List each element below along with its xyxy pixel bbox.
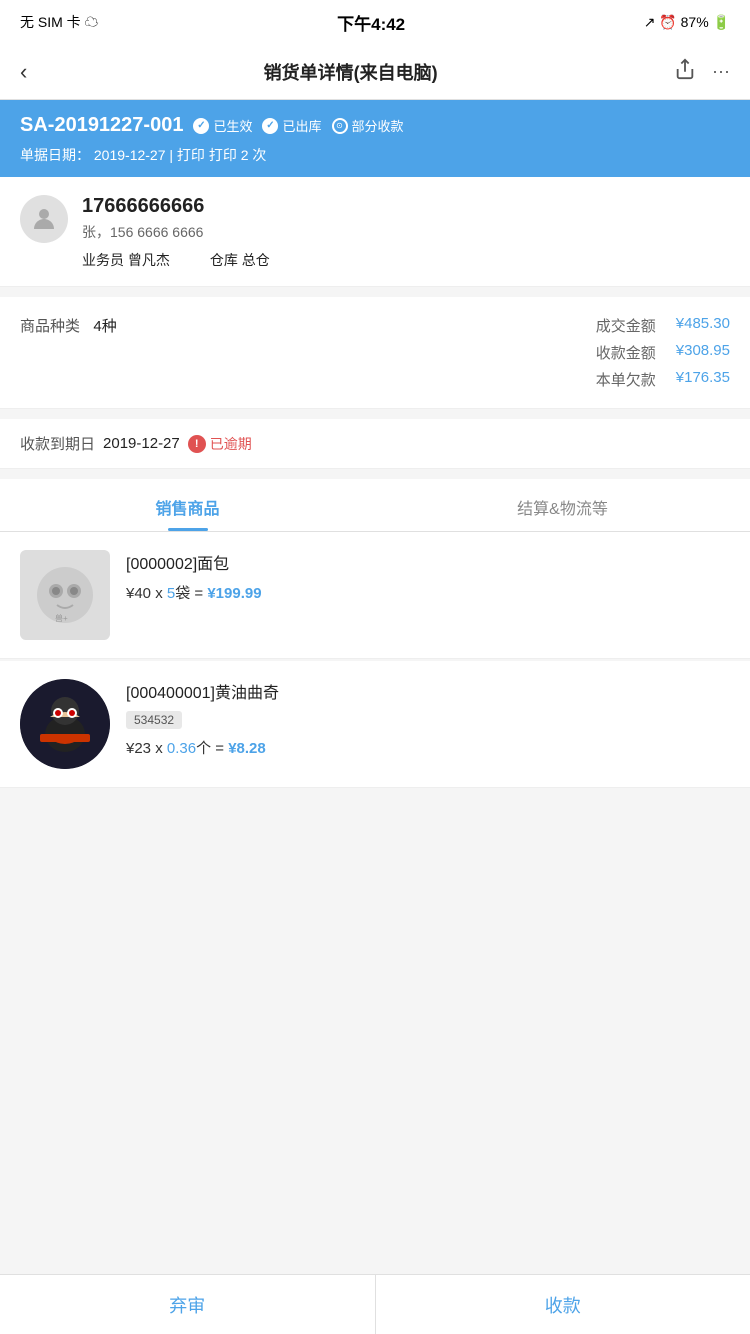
share-icon[interactable] [674,58,696,85]
collected-label: 收款金额 [596,342,656,363]
print-suffix: 打印 2 次 [209,147,267,163]
product-list: 兽+ [0000002]面包 ¥40 x 5袋 = ¥199.99 [0,532,750,788]
due-date-value: 2019-12-27 [103,435,180,452]
order-date: 2019-12-27 [94,147,166,163]
amounts-section: 成交金额 ¥485.30 收款金额 ¥308.95 本单欠款 ¥176.35 [596,315,730,390]
product-item-bread: 兽+ [0000002]面包 ¥40 x 5袋 = ¥199.99 [0,532,750,659]
summary-row: 商品种类 4种 成交金额 ¥485.30 收款金额 ¥308.95 本单欠款 ¥… [20,315,730,390]
page-title: 销货单详情(来自电脑) [264,59,438,85]
category-label: 商品种类 [20,318,80,335]
customer-meta: 业务员 曾凡杰 仓库 总仓 [82,250,730,270]
product-price-cookie: ¥23 x 0.36个 = ¥8.28 [126,737,730,758]
more-icon[interactable]: ··· [712,61,730,82]
battery-icon: ↗ ⏰ 87% 🔋 [644,14,730,31]
owed-row: 本单欠款 ¥176.35 [596,369,730,390]
status-right: ↗ ⏰ 87% 🔋 [644,14,730,31]
customer-name: 17666666666 [82,195,730,218]
deal-amount-row: 成交金额 ¥485.30 [596,315,730,336]
category-count: 4种 [93,318,116,335]
tab-sales-label: 销售商品 [155,501,219,518]
product-info-cookie: [000400001]黄油曲奇 534532 ¥23 x 0.36个 = ¥8.… [126,679,730,758]
sales-person: 业务员 曾凡杰 [82,250,170,270]
product-thumb-cookie [20,679,110,769]
date-label: 单据日期： [20,147,90,163]
badge-partial: ⊙ 部分收款 [332,116,404,135]
badge-effective: ✓ 已生效 [193,116,252,135]
tab-settlement[interactable]: 结算&物流等 [375,479,750,531]
banner-row1: SA-20191227-001 ✓ 已生效 ✓ 已出库 ⊙ 部分收款 [20,114,730,137]
banner-date-row: 单据日期： 2019-12-27 | 打印 打印 2 次 [20,145,730,165]
customer-info: 17666666666 张，156 6666 6666 业务员 曾凡杰 仓库 总… [82,195,730,270]
tab-settlement-label: 结算&物流等 [517,501,608,518]
svg-text:兽+: 兽+ [55,613,68,623]
owed-label: 本单欠款 [596,369,656,390]
nav-bar: ‹ 销货单详情(来自电脑) ··· [0,44,750,100]
collect-button[interactable]: 收款 [376,1275,750,1334]
collected-value: ¥308.95 [676,342,730,363]
product-price-bread: ¥40 x 5袋 = ¥199.99 [126,582,730,603]
due-date-label: 收款到期日 [20,433,95,454]
owed-value: ¥176.35 [676,369,730,390]
clock-icon: ⊙ [332,118,348,134]
product-info-bread: [0000002]面包 ¥40 x 5袋 = ¥199.99 [126,550,730,603]
due-date-card: 收款到期日 2019-12-27 ! 已逾期 [0,419,750,469]
tab-sales-products[interactable]: 销售商品 [0,479,375,531]
bottom-bar: 弃审 收款 [0,1274,750,1334]
product-name-cookie: [000400001]黄油曲奇 [126,679,730,703]
nav-actions: ··· [674,58,730,85]
back-button[interactable]: ‹ [20,59,27,85]
customer-phone: 张，156 6666 6666 [82,222,730,242]
warehouse: 仓库 总仓 [210,250,270,270]
header-banner: SA-20191227-001 ✓ 已生效 ✓ 已出库 ⊙ 部分收款 单据日期：… [0,100,750,177]
overdue-badge: ! 已逾期 [188,434,252,454]
category-section: 商品种类 4种 [20,315,117,336]
deal-amount-value: ¥485.30 [676,315,730,336]
badge-shipped: ✓ 已出库 [262,116,321,135]
summary-card: 商品种类 4种 成交金额 ¥485.30 收款金额 ¥308.95 本单欠款 ¥… [0,297,750,409]
overdue-label: 已逾期 [210,434,252,454]
status-left: 无 SIM 卡 ☁ [20,12,99,32]
collected-row: 收款金额 ¥308.95 [596,342,730,363]
tabs-container: 销售商品 结算&物流等 [0,479,750,532]
check-icon-1: ✓ [193,118,209,134]
customer-card: 17666666666 张，156 6666 6666 业务员 曾凡杰 仓库 总… [0,177,750,287]
product-name-bread: [0000002]面包 [126,550,730,574]
order-id: SA-20191227-001 [20,114,183,137]
overdue-icon: ! [188,435,206,453]
cancel-audit-button[interactable]: 弃审 [0,1275,376,1334]
avatar [20,195,68,243]
deal-amount-label: 成交金额 [596,315,656,336]
status-time: 下午4:42 [337,10,405,35]
product-item-cookie: [000400001]黄油曲奇 534532 ¥23 x 0.36个 = ¥8.… [0,661,750,788]
check-icon-2: ✓ [262,118,278,134]
product-thumb-bread: 兽+ [20,550,110,640]
product-tag-cookie: 534532 [126,711,182,729]
print-label: | 打印 [169,147,205,163]
status-bar: 无 SIM 卡 ☁ 下午4:42 ↗ ⏰ 87% 🔋 [0,0,750,44]
